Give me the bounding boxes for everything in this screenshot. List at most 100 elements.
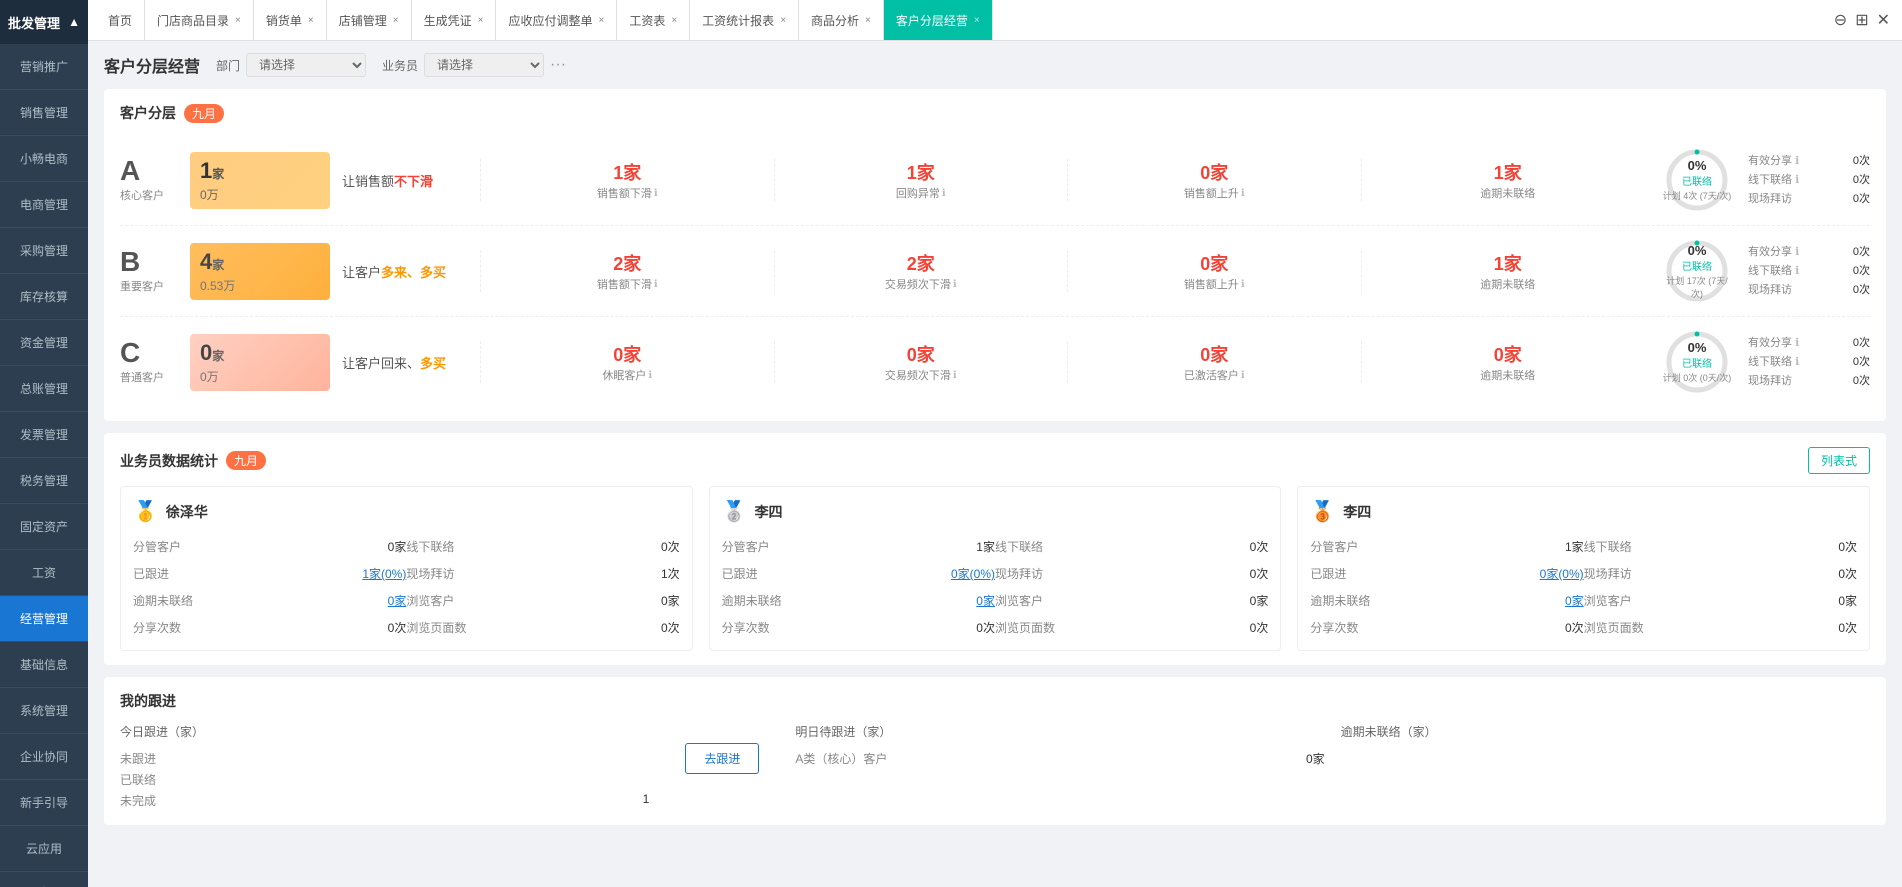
info-icon[interactable]: ℹ (953, 279, 957, 290)
tab-close-icon[interactable]: × (235, 15, 241, 26)
sidebar-settings[interactable]: ⚙ (0, 872, 88, 887)
tab-客户分层经营[interactable]: 客户分层经营× (884, 0, 993, 40)
sidebar-item-经营管理[interactable]: 经营管理 (0, 596, 88, 642)
tab-工资统计报表[interactable]: 工资统计报表× (690, 0, 799, 40)
staff-stat-link[interactable]: 0家 (1565, 594, 1584, 608)
tier-name: 普通客户 (120, 369, 190, 385)
staff-stats-grid: 分管客户1家线下联络0次已跟进0家(0%)现场拜访0次逾期未联络0家浏览客户0家… (1310, 536, 1857, 638)
info-icon[interactable]: ℹ (1241, 370, 1245, 381)
tier-stat-逾期未联络[interactable]: 1家 逾期未联络 (1361, 250, 1655, 292)
tier-stat-交易频次下滑[interactable]: 2家 交易频次下滑ℹ (774, 250, 1068, 292)
minimize-icon[interactable]: ⊖ (1834, 10, 1847, 30)
side-stat-info[interactable]: ℹ (1795, 246, 1799, 258)
sidebar-item-基础信息[interactable]: 基础信息 (0, 642, 88, 688)
side-stat-有效分享: 有效分享 ℹ0次 (1748, 152, 1870, 168)
side-stat-info[interactable]: ℹ (1795, 155, 1799, 167)
sidebar-item-云应用[interactable]: 云应用 (0, 826, 88, 872)
side-stat-info[interactable]: ℹ (1795, 265, 1799, 277)
side-stat-info[interactable]: ℹ (1795, 337, 1799, 349)
sidebar-item-采购管理[interactable]: 采购管理 (0, 228, 88, 274)
staff-stat-分管客户: 分管客户1家 (722, 536, 995, 557)
tab-close-icon[interactable]: × (865, 15, 871, 26)
sidebar-item-发票管理[interactable]: 发票管理 (0, 412, 88, 458)
side-stat-有效分享: 有效分享 ℹ0次 (1748, 334, 1870, 350)
staff-stat-link[interactable]: 0家(0%) (1540, 567, 1584, 581)
tab-首页[interactable]: 首页 (96, 0, 145, 40)
info-icon[interactable]: ℹ (654, 279, 658, 290)
tier-stat-休眠客户[interactable]: 0家 休眠客户ℹ (480, 341, 774, 383)
tier-stat-交易频次下滑[interactable]: 0家 交易频次下滑ℹ (774, 341, 1068, 383)
info-icon[interactable]: ℹ (1241, 279, 1245, 290)
tab-close-icon[interactable]: × (974, 15, 980, 26)
tab-close-icon[interactable]: × (598, 15, 604, 26)
info-icon[interactable]: ℹ (953, 370, 957, 381)
sidebar-item-资金管理[interactable]: 资金管理 (0, 320, 88, 366)
sales-select[interactable]: 请选择 (424, 53, 544, 77)
tab-门店商品目录[interactable]: 门店商品目录× (145, 0, 254, 40)
info-icon[interactable]: ℹ (1241, 188, 1245, 199)
sidebar-item-固定资产[interactable]: 固定资产 (0, 504, 88, 550)
sidebar-item-系统管理[interactable]: 系统管理 (0, 688, 88, 734)
staff-stat-value: 0次 (661, 540, 680, 554)
dept-select[interactable]: 请选择 (246, 53, 366, 77)
side-stat-info[interactable]: ℹ (1795, 174, 1799, 186)
sidebar-item-税务管理[interactable]: 税务管理 (0, 458, 88, 504)
tier-circle-C[interactable]: 0% 已联络 计划 0次 (0天/次) (1662, 327, 1732, 397)
tier-stat-销售额下滑[interactable]: 2家 销售额下滑ℹ (480, 250, 774, 292)
sidebar-item-新手引导[interactable]: 新手引导 (0, 780, 88, 826)
tab-close-icon[interactable]: × (780, 15, 786, 26)
sidebar-item-库存核算[interactable]: 库存核算 (0, 274, 88, 320)
tab-商品分析[interactable]: 商品分析× (799, 0, 884, 40)
sidebar-item-营销推广[interactable]: 营销推广 (0, 44, 88, 90)
close-all-icon[interactable]: ✕ (1877, 10, 1890, 30)
sidebar-collapse-icon[interactable]: ▲ (68, 15, 80, 29)
tier-count-block-B[interactable]: 4家0.53万 (190, 243, 330, 300)
tier-count-block-A[interactable]: 1家0万 (190, 152, 330, 209)
tier-count-block-C[interactable]: 0家0万 (190, 334, 330, 391)
side-stat-info[interactable]: ℹ (1795, 356, 1799, 368)
tab-close-icon[interactable]: × (393, 15, 399, 26)
tier-stat-销售额上升[interactable]: 0家 销售额上升ℹ (1067, 159, 1361, 201)
staff-section-header: 业务员数据统计 九月 列表式 (120, 447, 1870, 474)
goto-followup-button[interactable]: 去跟进 (685, 743, 759, 774)
sidebar-item-工资[interactable]: 工资 (0, 550, 88, 596)
tier-stat-逾期未联络[interactable]: 0家 逾期未联络 (1361, 341, 1655, 383)
tier-stat-逾期未联络[interactable]: 1家 逾期未联络 (1361, 159, 1655, 201)
sidebar-header: 批发管理 ▲ (0, 0, 88, 44)
maximize-icon[interactable]: ⊞ (1855, 10, 1868, 30)
tier-stat-已激活客户[interactable]: 0家 已激活客户ℹ (1067, 341, 1361, 383)
followup-row-val: 0家 (1306, 750, 1325, 767)
tab-生成凭证[interactable]: 生成凭证× (412, 0, 497, 40)
tier-circle-A[interactable]: 0% 已联络 计划 4次 (7天/次) (1662, 145, 1732, 215)
staff-stat-link[interactable]: 0家 (976, 594, 995, 608)
staff-stat-link[interactable]: 0家 (388, 594, 407, 608)
staff-stat-link[interactable]: 1家(0%) (362, 567, 406, 581)
staff-stats-grid: 分管客户0家线下联络0次已跟进1家(0%)现场拜访1次逾期未联络0家浏览客户0家… (133, 536, 680, 638)
sidebar-item-总账管理[interactable]: 总账管理 (0, 366, 88, 412)
sidebar-item-企业协同[interactable]: 企业协同 (0, 734, 88, 780)
tier-circle-B[interactable]: 0% 已联络 计划 17次 (7天/次) (1662, 236, 1732, 306)
tab-店铺管理[interactable]: 店铺管理× (327, 0, 412, 40)
tier-circle-plan: 计划 4次 (7天/次) (1663, 189, 1732, 202)
sidebar-item-电商管理[interactable]: 电商管理 (0, 182, 88, 228)
info-icon[interactable]: ℹ (648, 370, 652, 381)
tier-stat-销售额下滑[interactable]: 1家 销售额下滑ℹ (480, 159, 774, 201)
staff-stat-link[interactable]: 0家(0%) (951, 567, 995, 581)
sidebar-item-销售管理[interactable]: 销售管理 (0, 90, 88, 136)
info-icon[interactable]: ℹ (942, 188, 946, 199)
tab-close-icon[interactable]: × (478, 15, 484, 26)
info-icon[interactable]: ℹ (654, 188, 658, 199)
list-view-button[interactable]: 列表式 (1808, 447, 1870, 474)
sidebar-item-小畅电商[interactable]: 小畅电商 (0, 136, 88, 182)
tab-close-icon[interactable]: × (671, 15, 677, 26)
tier-stat-回购异常[interactable]: 1家 回购异常ℹ (774, 159, 1068, 201)
tab-工资表[interactable]: 工资表× (617, 0, 690, 40)
more-filter-icon[interactable]: ··· (550, 56, 566, 74)
tab-销货单[interactable]: 销货单× (254, 0, 327, 40)
tier-stat-num: 0家 (1200, 159, 1228, 185)
overdue-followup-title: 逾期未联络（家） (1341, 723, 1870, 740)
tier-stat-销售额上升[interactable]: 0家 销售额上升ℹ (1067, 250, 1361, 292)
tab-close-icon[interactable]: × (308, 15, 314, 26)
staff-stat-逾期未联络: 逾期未联络0家 (1310, 590, 1583, 611)
tab-应收应付调整单[interactable]: 应收应付调整单× (496, 0, 617, 40)
